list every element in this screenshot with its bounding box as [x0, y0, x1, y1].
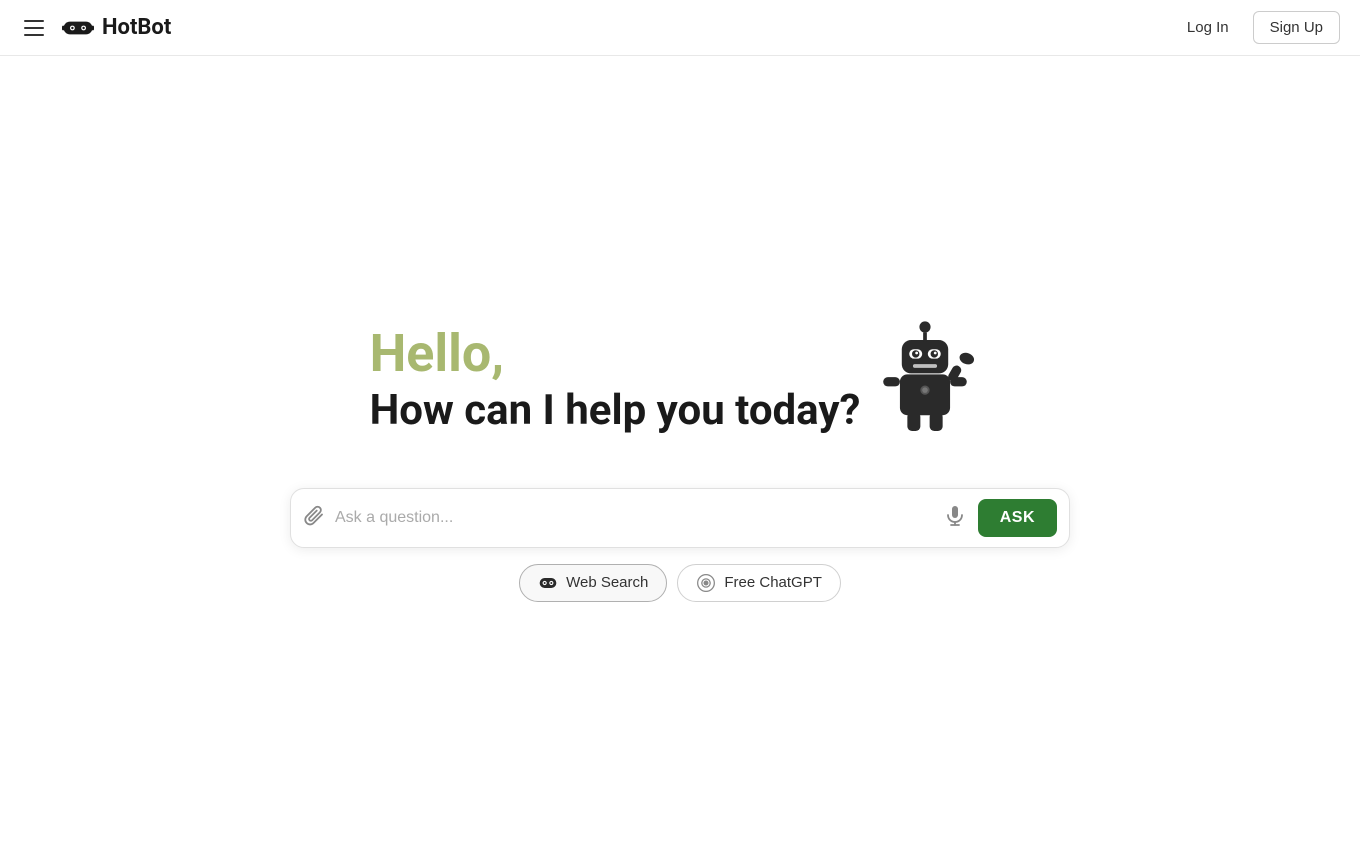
hero-text: Hello, How can I help you today? — [370, 325, 861, 437]
robot-svg — [860, 314, 990, 444]
navbar-right: Log In Sign Up — [1173, 11, 1340, 44]
chatgpt-pill-icon — [696, 573, 716, 593]
navbar-left: HotBot — [20, 15, 171, 40]
hero-hello: Hello, — [370, 325, 861, 382]
logo-text: HotBot — [102, 15, 171, 40]
signup-button[interactable]: Sign Up — [1253, 11, 1340, 44]
web-search-label: Web Search — [566, 574, 648, 591]
search-box: ASK — [290, 488, 1070, 548]
navbar: HotBot Log In Sign Up — [0, 0, 1360, 56]
login-button[interactable]: Log In — [1173, 11, 1243, 44]
attach-icon[interactable] — [303, 504, 325, 532]
logo-link[interactable]: HotBot — [62, 15, 171, 40]
free-chatgpt-toggle[interactable]: Free ChatGPT — [677, 564, 841, 602]
hero-subtitle: How can I help you today? — [370, 386, 861, 436]
hero-section: Hello, How can I help you today? — [370, 314, 991, 448]
microphone-icon[interactable] — [944, 504, 966, 532]
search-input[interactable] — [335, 509, 944, 527]
search-toggles: Web Search Free ChatGPT — [519, 564, 841, 602]
logo-icon — [62, 18, 94, 38]
robot-illustration — [860, 314, 990, 448]
main-content: Hello, How can I help you today? — [0, 56, 1360, 859]
free-chatgpt-label: Free ChatGPT — [724, 574, 822, 591]
search-container: ASK Web Search — [290, 488, 1070, 602]
web-search-toggle[interactable]: Web Search — [519, 564, 667, 602]
hotbot-pill-icon — [538, 573, 558, 593]
hamburger-menu[interactable] — [20, 16, 48, 40]
ask-button[interactable]: ASK — [978, 499, 1057, 537]
